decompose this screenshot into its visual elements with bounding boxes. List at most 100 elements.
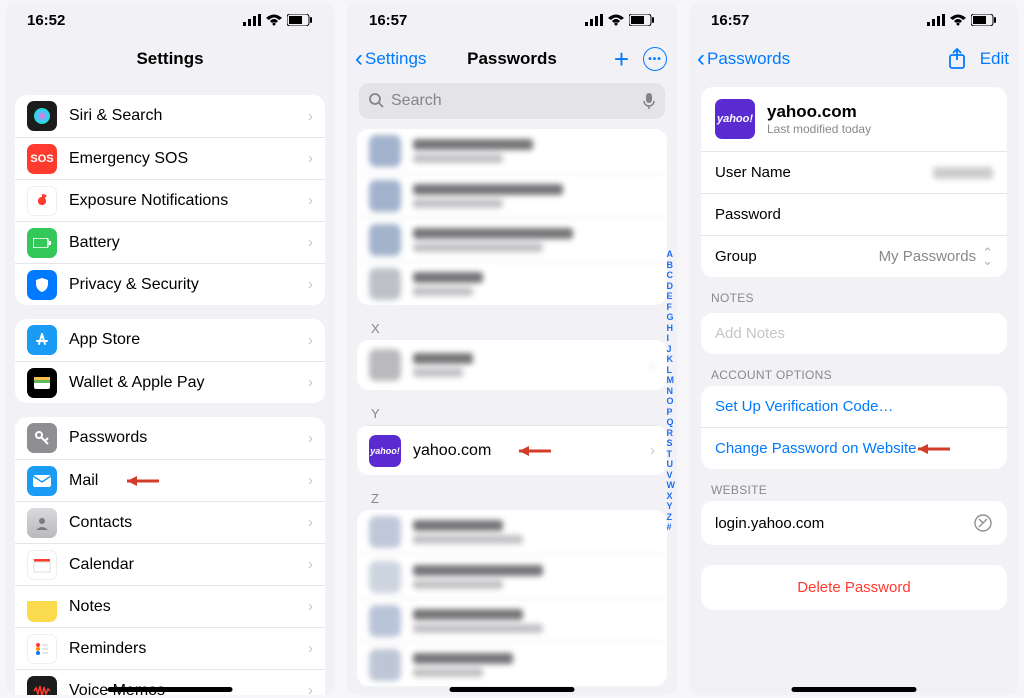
- index-letter[interactable]: X: [667, 491, 676, 502]
- settings-list[interactable]: Siri & Search › SOS Emergency SOS › Expo…: [5, 81, 335, 695]
- verify-code-link[interactable]: Set Up Verification Code…: [701, 386, 1007, 427]
- voice-memos-icon: [27, 676, 57, 696]
- index-letter[interactable]: Q: [667, 417, 676, 428]
- list-item-blurred[interactable]: [357, 642, 667, 686]
- row-label: App Store: [69, 331, 140, 349]
- website-header: WEBSITE: [689, 469, 1019, 501]
- index-letter[interactable]: D: [667, 281, 676, 292]
- settings-row-passwords[interactable]: Passwords ›: [15, 417, 325, 459]
- change-password-link[interactable]: Change Password on Website: [701, 427, 1007, 469]
- alphabet-index[interactable]: ABCDEFGHIJKLMNOPQRSTUVWXYZ#: [667, 249, 678, 533]
- settings-row-notes[interactable]: Notes ›: [15, 585, 325, 627]
- modified-label: Last modified today: [767, 122, 871, 136]
- settings-group: Siri & Search › SOS Emergency SOS › Expo…: [15, 95, 325, 305]
- battery-icon: [629, 14, 655, 26]
- reminders-icon: [27, 634, 57, 664]
- index-letter[interactable]: E: [667, 291, 676, 302]
- password-section: [357, 129, 667, 305]
- index-letter[interactable]: G: [667, 312, 676, 323]
- row-label: Notes: [69, 598, 111, 616]
- settings-row-appstore[interactable]: App Store ›: [15, 319, 325, 361]
- index-letter[interactable]: F: [667, 302, 676, 313]
- cellular-icon: [927, 14, 945, 26]
- notes-field[interactable]: Add Notes: [701, 313, 1007, 354]
- password-row-yahoo[interactable]: yahoo! yahoo.com ›: [357, 425, 667, 475]
- index-letter[interactable]: K: [667, 354, 676, 365]
- settings-row-siri[interactable]: Siri & Search ›: [15, 95, 325, 137]
- add-button[interactable]: +: [614, 44, 629, 75]
- row-label: Calendar: [69, 556, 134, 574]
- detail-content[interactable]: yahoo! yahoo.com Last modified today Use…: [689, 81, 1019, 695]
- index-letter[interactable]: T: [667, 449, 676, 460]
- chevron-right-icon: ›: [308, 640, 313, 657]
- chevron-right-icon: ›: [308, 276, 313, 293]
- list-item-blurred[interactable]: [357, 510, 667, 554]
- index-letter[interactable]: Y: [667, 501, 676, 512]
- index-letter[interactable]: C: [667, 270, 676, 281]
- settings-row-privacy[interactable]: Privacy & Security ›: [15, 263, 325, 305]
- updown-icon: ⌃⌄: [982, 249, 993, 265]
- delete-password-button[interactable]: Delete Password: [701, 565, 1007, 610]
- index-letter[interactable]: I: [667, 333, 676, 344]
- settings-row-sos[interactable]: SOS Emergency SOS ›: [15, 137, 325, 179]
- list-item-blurred[interactable]: [357, 554, 667, 598]
- index-letter[interactable]: A: [667, 249, 676, 260]
- index-letter[interactable]: P: [667, 407, 676, 418]
- page-title: Settings: [136, 49, 203, 69]
- row-label: Emergency SOS: [69, 150, 188, 168]
- search-field[interactable]: Search: [359, 83, 665, 119]
- settings-row-reminders[interactable]: Reminders ›: [15, 627, 325, 669]
- index-letter[interactable]: U: [667, 459, 676, 470]
- list-item-blurred[interactable]: [357, 129, 667, 173]
- safari-icon[interactable]: [973, 513, 993, 533]
- index-letter[interactable]: O: [667, 396, 676, 407]
- back-button[interactable]: ‹ Passwords: [697, 37, 790, 81]
- index-letter[interactable]: H: [667, 323, 676, 334]
- callout-arrow-icon: [517, 444, 559, 458]
- list-item-blurred[interactable]: [357, 173, 667, 217]
- index-letter[interactable]: V: [667, 470, 676, 481]
- index-letter[interactable]: J: [667, 344, 676, 355]
- index-letter[interactable]: L: [667, 365, 676, 376]
- account-options-card: Set Up Verification Code… Change Passwor…: [701, 386, 1007, 469]
- back-button[interactable]: ‹ Settings: [355, 37, 426, 81]
- index-letter[interactable]: M: [667, 375, 676, 386]
- home-indicator[interactable]: [450, 687, 575, 692]
- settings-row-calendar[interactable]: Calendar ›: [15, 543, 325, 585]
- index-letter[interactable]: S: [667, 438, 676, 449]
- clock: 16:57: [369, 12, 407, 29]
- username-row[interactable]: User Name: [701, 151, 1007, 193]
- cellular-icon: [585, 14, 603, 26]
- index-letter[interactable]: Z: [667, 512, 676, 523]
- list-item-blurred[interactable]: ›: [357, 340, 667, 390]
- index-letter[interactable]: R: [667, 428, 676, 439]
- group-value: My Passwords ⌃⌄: [879, 248, 993, 265]
- mic-icon[interactable]: [643, 92, 655, 110]
- list-item-blurred[interactable]: [357, 261, 667, 305]
- contacts-icon: [27, 508, 57, 538]
- settings-row-wallet[interactable]: Wallet & Apple Pay ›: [15, 361, 325, 403]
- notes-icon: [27, 592, 57, 622]
- chevron-right-icon: ›: [308, 514, 313, 531]
- index-letter[interactable]: W: [667, 480, 676, 491]
- home-indicator[interactable]: [792, 687, 917, 692]
- index-letter[interactable]: N: [667, 386, 676, 397]
- list-item-blurred[interactable]: [357, 598, 667, 642]
- chevron-left-icon: ‹: [697, 50, 705, 68]
- password-row[interactable]: Password: [701, 193, 1007, 235]
- index-letter[interactable]: #: [667, 522, 676, 533]
- website-row[interactable]: login.yahoo.com: [701, 501, 1007, 545]
- settings-row-contacts[interactable]: Contacts ›: [15, 501, 325, 543]
- settings-row-mail[interactable]: Mail ›: [15, 459, 325, 501]
- passwords-list[interactable]: X › Y yahoo! yahoo.com › Z ABCDEFGHIJKLM…: [347, 129, 677, 695]
- settings-row-battery[interactable]: Battery ›: [15, 221, 325, 263]
- group-row[interactable]: Group My Passwords ⌃⌄: [701, 235, 1007, 277]
- share-icon[interactable]: [948, 48, 966, 70]
- list-item-blurred[interactable]: [357, 217, 667, 261]
- status-icons: [585, 14, 655, 26]
- edit-button[interactable]: Edit: [980, 49, 1009, 69]
- home-indicator[interactable]: [108, 687, 233, 692]
- more-button[interactable]: •••: [643, 47, 667, 71]
- settings-row-exposure[interactable]: Exposure Notifications ›: [15, 179, 325, 221]
- index-letter[interactable]: B: [667, 260, 676, 271]
